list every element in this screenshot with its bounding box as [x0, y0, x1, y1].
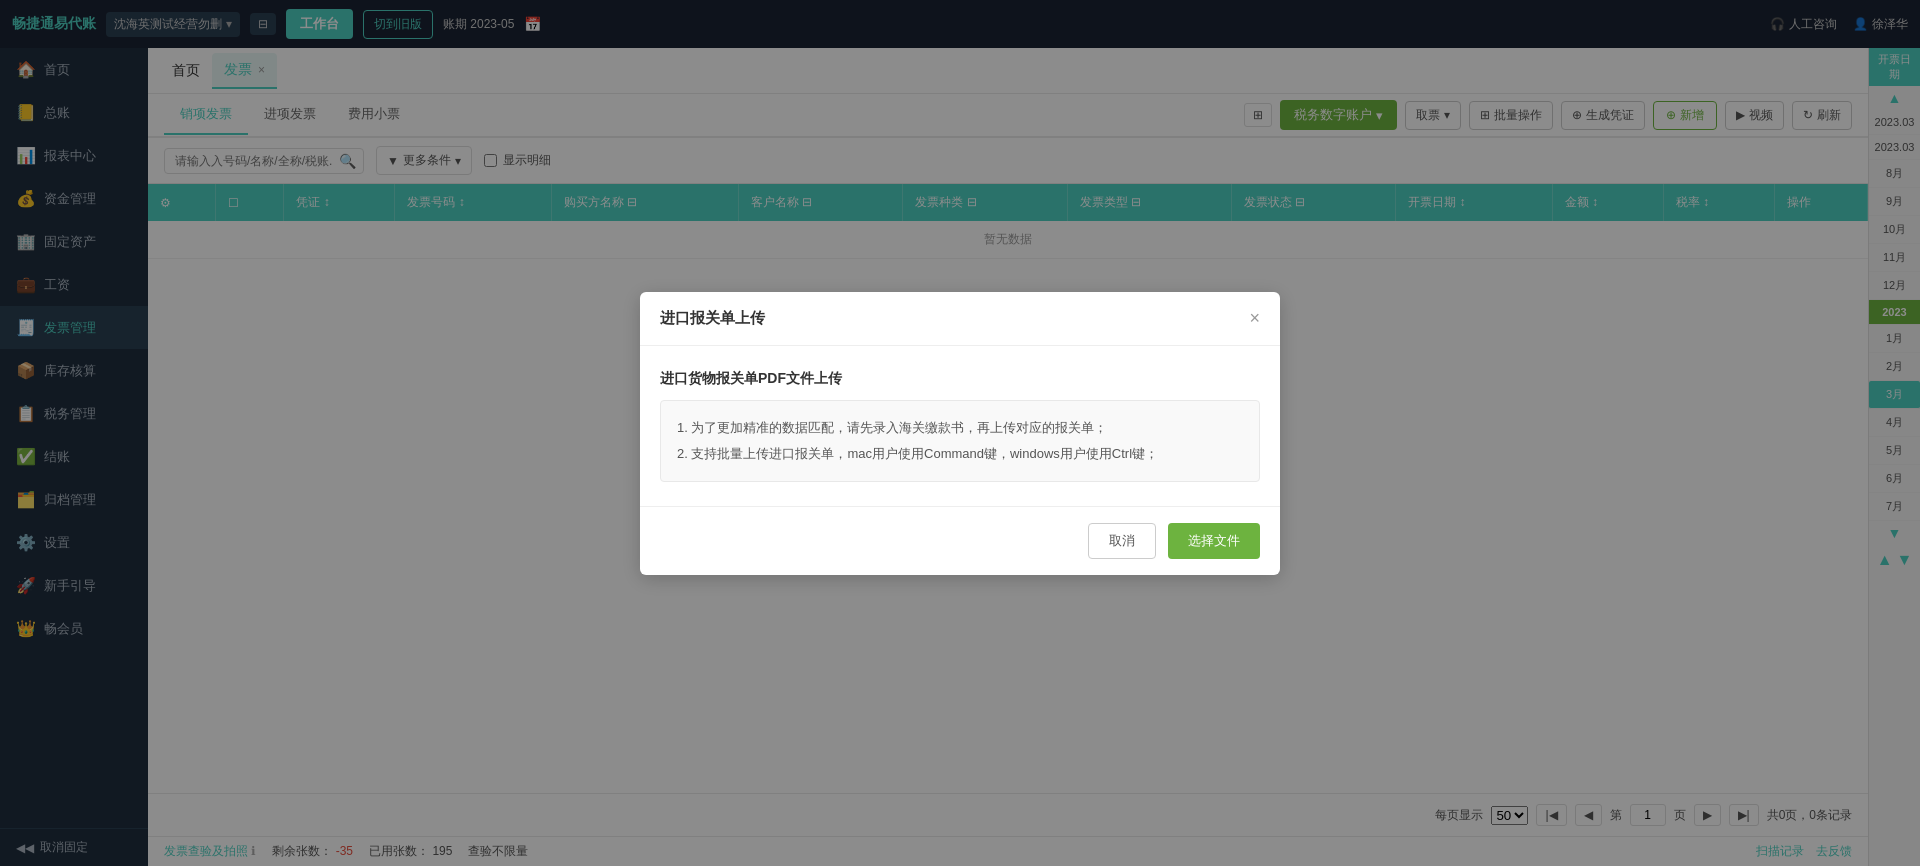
- modal-overlay[interactable]: 进口报关单上传 × 进口货物报关单PDF文件上传 1. 为了更加精准的数据匹配，…: [0, 0, 1920, 866]
- modal-info-item-1: 1. 为了更加精准的数据匹配，请先录入海关缴款书，再上传对应的报关单；: [677, 415, 1243, 441]
- modal-close-button[interactable]: ×: [1249, 308, 1260, 329]
- modal-section-title: 进口货物报关单PDF文件上传: [660, 370, 1260, 388]
- modal-title: 进口报关单上传: [660, 309, 765, 328]
- modal-body: 进口货物报关单PDF文件上传 1. 为了更加精准的数据匹配，请先录入海关缴款书，…: [640, 346, 1280, 506]
- import-customs-modal: 进口报关单上传 × 进口货物报关单PDF文件上传 1. 为了更加精准的数据匹配，…: [640, 292, 1280, 575]
- modal-footer: 取消 选择文件: [640, 506, 1280, 575]
- modal-info-box: 1. 为了更加精准的数据匹配，请先录入海关缴款书，再上传对应的报关单； 2. 支…: [660, 400, 1260, 482]
- modal-header: 进口报关单上传 ×: [640, 292, 1280, 346]
- modal-info-item-2: 2. 支持批量上传进口报关单，mac用户使用Command键，windows用户…: [677, 441, 1243, 467]
- modal-cancel-button[interactable]: 取消: [1088, 523, 1156, 559]
- modal-select-file-button[interactable]: 选择文件: [1168, 523, 1260, 559]
